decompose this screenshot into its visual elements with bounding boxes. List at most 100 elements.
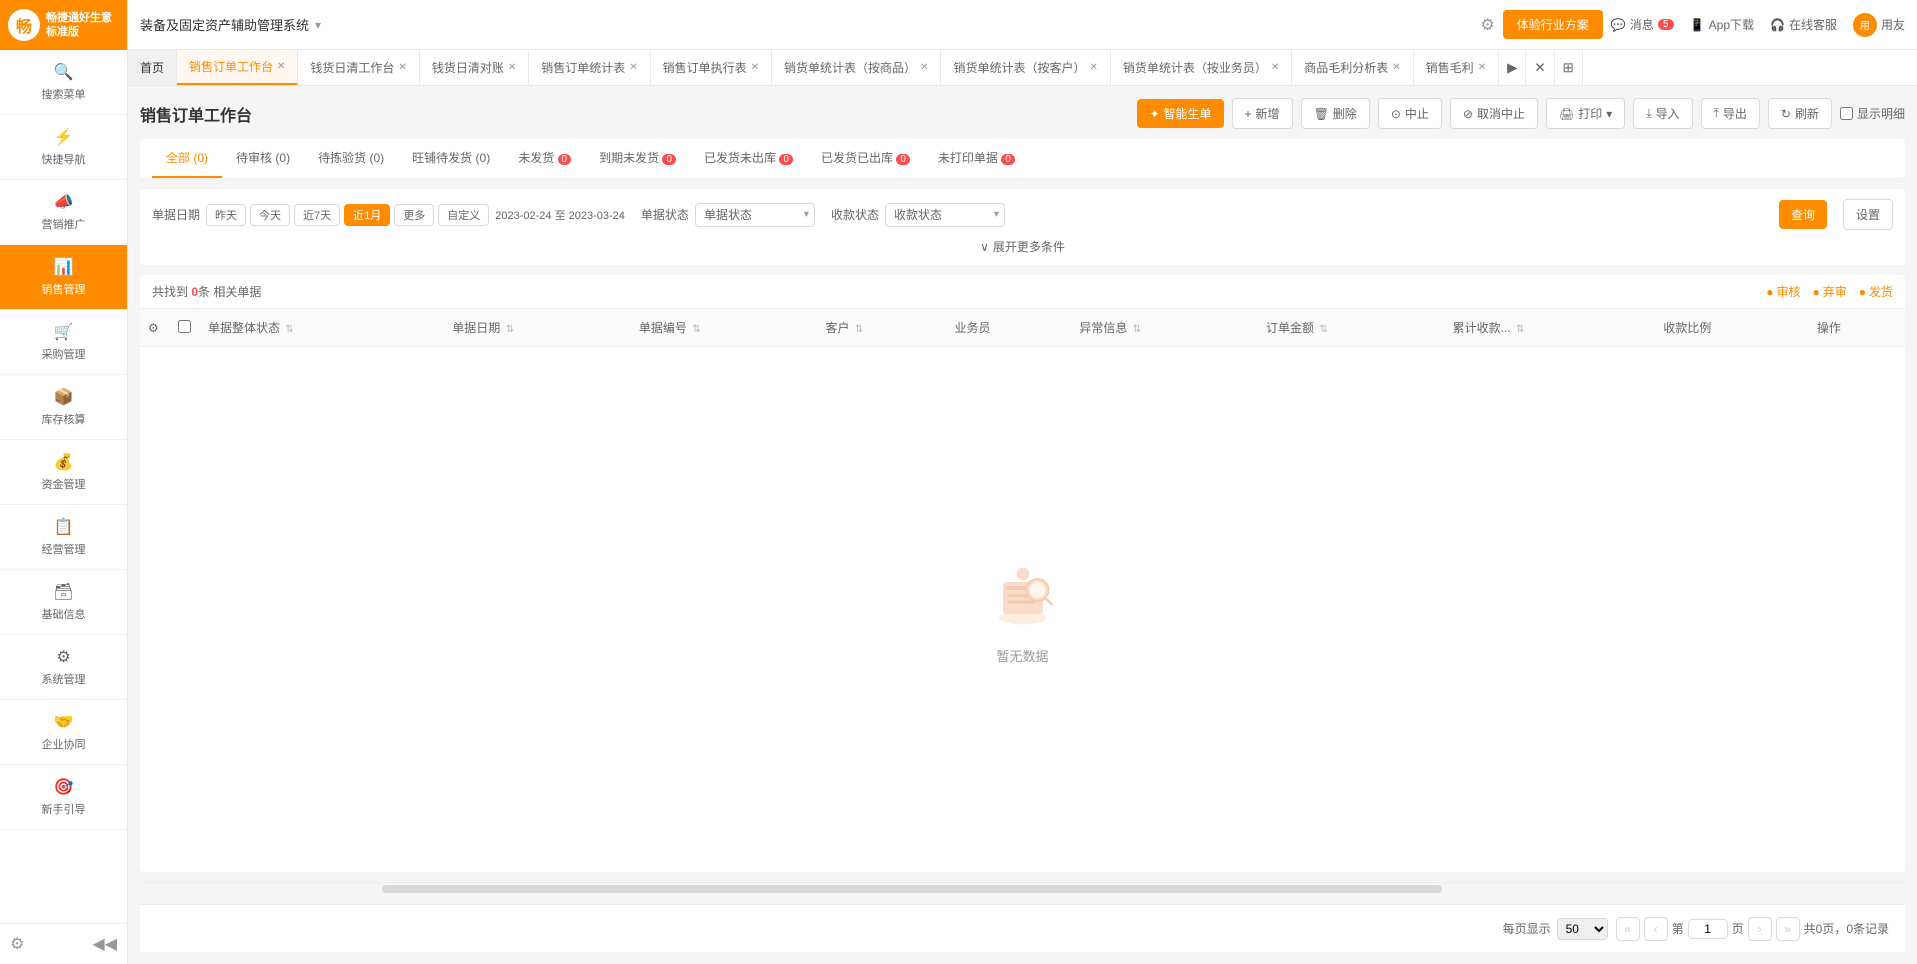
sidebar-item-search[interactable]: 🔍 搜索菜单 bbox=[0, 50, 127, 115]
next-page-button[interactable]: › bbox=[1748, 917, 1772, 941]
sidebar-item-inventory[interactable]: 📦 库存核算 bbox=[0, 375, 127, 440]
tab-sales-stat[interactable]: 销售订单统计表 ✕ bbox=[529, 50, 650, 85]
sidebar-item-purchase[interactable]: 🛒 采购管理 bbox=[0, 310, 127, 375]
import-button[interactable]: ⤓ 导入 bbox=[1633, 98, 1692, 129]
tab-home[interactable]: 首页 bbox=[128, 50, 177, 85]
search-button[interactable]: 查询 bbox=[1779, 200, 1827, 229]
select-all-checkbox[interactable] bbox=[178, 320, 191, 333]
stop-button[interactable]: ⊙ 中止 bbox=[1378, 98, 1442, 129]
tab-close-cash-ledger[interactable]: ✕ bbox=[508, 62, 516, 73]
filter-tab-wangpu[interactable]: 旺铺待发货 (0) bbox=[398, 139, 504, 178]
tab-close-sales-summary-staff[interactable]: ✕ bbox=[1271, 62, 1279, 73]
topbar-gear-icon[interactable]: ⚙ bbox=[1480, 15, 1494, 35]
date-btn-more[interactable]: 更多 bbox=[394, 204, 434, 226]
tab-sales-summary-staff[interactable]: 销货单统计表（按业务员） ✕ bbox=[1111, 50, 1292, 85]
tab-scroll-right-button[interactable]: ▶ bbox=[1499, 50, 1526, 85]
sort-amount-icon[interactable]: ⇅ bbox=[1319, 324, 1327, 335]
sidebar-item-system[interactable]: ⚙ 系统管理 bbox=[0, 635, 127, 700]
industry-solution-button[interactable]: 体验行业方案 bbox=[1503, 10, 1603, 39]
scrollbar-thumb[interactable] bbox=[382, 885, 1442, 893]
tab-close-sales-stat[interactable]: ✕ bbox=[629, 62, 637, 73]
date-btn-yesterday[interactable]: 昨天 bbox=[206, 204, 246, 226]
sort-abnormal-icon[interactable]: ⇅ bbox=[1133, 324, 1141, 335]
topbar-service[interactable]: 🎧 在线客服 bbox=[1770, 16, 1837, 33]
first-page-button[interactable]: « bbox=[1616, 917, 1640, 941]
tab-cash-daily[interactable]: 钱货日清工作台 ✕ bbox=[298, 50, 419, 85]
filter-tab-pending-check[interactable]: 待拣验货 (0) bbox=[304, 139, 398, 178]
sort-status-icon[interactable]: ⇅ bbox=[285, 324, 293, 335]
sidebar-item-basic[interactable]: 🗃 基础信息 bbox=[0, 570, 127, 635]
bulk-review-button[interactable]: ● 审核 bbox=[1766, 283, 1800, 300]
horizontal-scrollbar[interactable] bbox=[140, 882, 1905, 894]
print-button[interactable]: 🖨 打印 ▾ bbox=[1546, 98, 1625, 129]
payment-select[interactable]: 收款状态 bbox=[885, 203, 1005, 227]
sidebar-item-marketing[interactable]: 📣 营销推广 bbox=[0, 180, 127, 245]
show-detail-checkbox-label[interactable]: 显示明细 bbox=[1840, 105, 1905, 122]
collapse-icon[interactable]: ◀◀ bbox=[92, 934, 117, 954]
topbar-user[interactable]: 用 用友 bbox=[1853, 13, 1905, 37]
col-settings[interactable]: ⚙ bbox=[140, 309, 170, 347]
tab-sales-workbench[interactable]: 销售订单工作台 ✕ bbox=[177, 50, 298, 85]
sidebar-item-operations[interactable]: 📋 经营管理 bbox=[0, 505, 127, 570]
ai-generate-button[interactable]: ✦ 智能生单 bbox=[1137, 99, 1223, 128]
date-btn-custom[interactable]: 自定义 bbox=[438, 204, 489, 226]
filter-tab-not-shipped[interactable]: 未发货 0 bbox=[504, 139, 585, 178]
page-number-input[interactable] bbox=[1688, 919, 1728, 939]
sidebar-item-quicknav[interactable]: ⚡ 快捷导航 bbox=[0, 115, 127, 180]
bulk-ship-button[interactable]: ● 发货 bbox=[1859, 283, 1893, 300]
tab-close-all-button[interactable]: ✕ bbox=[1526, 50, 1554, 85]
settings-button[interactable]: 设置 bbox=[1843, 199, 1893, 230]
date-btn-7days[interactable]: 近7天 bbox=[294, 204, 340, 226]
last-page-button[interactable]: » bbox=[1776, 917, 1800, 941]
tab-sales-summary-product[interactable]: 销货单统计表（按商品） ✕ bbox=[772, 50, 941, 85]
tab-sales-summary-customer[interactable]: 销货单统计表（按客户） ✕ bbox=[941, 50, 1110, 85]
date-btn-today[interactable]: 今天 bbox=[250, 204, 290, 226]
tab-sales-gross[interactable]: 销售毛利 ✕ bbox=[1414, 50, 1499, 85]
tab-close-sales-summary-product[interactable]: ✕ bbox=[920, 62, 928, 73]
cancel-stop-button[interactable]: ⊘ 取消中止 bbox=[1450, 98, 1538, 129]
export-icon: ⤒ bbox=[1714, 106, 1719, 121]
tab-product-margin[interactable]: 商品毛利分析表 ✕ bbox=[1292, 50, 1413, 85]
col-checkbox[interactable] bbox=[170, 309, 200, 347]
sidebar-logo: 畅 畅捷通好生意 标准版 bbox=[0, 0, 127, 50]
topbar-app-download[interactable]: 📱 App下载 bbox=[1690, 16, 1754, 33]
delete-button[interactable]: 🗑 删除 bbox=[1301, 98, 1370, 129]
tab-close-sales-exec[interactable]: ✕ bbox=[751, 62, 759, 73]
filter-tab-expired-not-shipped[interactable]: 到期未发货 0 bbox=[585, 139, 690, 178]
sort-date-icon[interactable]: ⇅ bbox=[506, 324, 514, 335]
bulk-unaudit-button[interactable]: ● 弃审 bbox=[1812, 283, 1846, 300]
filter-tab-all[interactable]: 全部 (0) bbox=[152, 139, 222, 178]
table-toolbar: 共找到 0条 相关单据 ● 审核 ● 弃审 ● 发货 bbox=[140, 275, 1905, 309]
sort-collected-icon[interactable]: ⇅ bbox=[1516, 324, 1524, 335]
sidebar-item-enterprise[interactable]: 🤝 企业协同 bbox=[0, 700, 127, 765]
expand-conditions-button[interactable]: ∨ 展开更多条件 bbox=[980, 238, 1065, 255]
tab-cash-ledger[interactable]: 钱货日清对账 ✕ bbox=[420, 50, 529, 85]
filter-tab-shipped-out[interactable]: 已发货已出库 0 bbox=[807, 139, 924, 178]
date-btn-1month[interactable]: 近1月 bbox=[344, 204, 390, 226]
prev-page-button[interactable]: ‹ bbox=[1644, 917, 1668, 941]
filter-tab-not-printed[interactable]: 未打印单据 0 bbox=[924, 139, 1029, 178]
sidebar-item-sales[interactable]: 📊 销售管理 bbox=[0, 245, 127, 310]
topbar-message[interactable]: 💬 消息 5 bbox=[1611, 16, 1674, 33]
settings-icon[interactable]: ⚙ bbox=[10, 934, 24, 954]
show-detail-checkbox[interactable] bbox=[1840, 107, 1853, 120]
tab-close-sales-summary-customer[interactable]: ✕ bbox=[1089, 62, 1097, 73]
tab-expand-button[interactable]: ⊞ bbox=[1555, 50, 1583, 85]
add-button[interactable]: + 新增 bbox=[1232, 98, 1293, 129]
tab-close-sales-workbench[interactable]: ✕ bbox=[277, 61, 285, 72]
export-button[interactable]: ⤒ 导出 bbox=[1701, 98, 1760, 129]
tab-close-cash-daily[interactable]: ✕ bbox=[398, 62, 406, 73]
tab-close-product-margin[interactable]: ✕ bbox=[1392, 62, 1400, 73]
sidebar-item-guide[interactable]: 🎯 新手引导 bbox=[0, 765, 127, 830]
sort-customer-icon[interactable]: ⇅ bbox=[855, 324, 863, 335]
filter-tab-pending-review[interactable]: 待审核 (0) bbox=[222, 139, 304, 178]
tab-sales-exec[interactable]: 销售订单执行表 ✕ bbox=[651, 50, 772, 85]
status-select[interactable]: 单据状态 bbox=[695, 203, 815, 227]
sort-number-icon[interactable]: ⇅ bbox=[692, 324, 700, 335]
per-page-select[interactable]: 50 10 20 100 bbox=[1557, 918, 1608, 940]
tab-close-sales-gross[interactable]: ✕ bbox=[1478, 62, 1486, 73]
filter-tab-shipped-not-out[interactable]: 已发货未出库 0 bbox=[690, 139, 807, 178]
sidebar-item-finance[interactable]: 💰 资金管理 bbox=[0, 440, 127, 505]
refresh-button[interactable]: ↻ 刷新 bbox=[1768, 98, 1832, 129]
tabbar: 首页 销售订单工作台 ✕ 钱货日清工作台 ✕ 钱货日清对账 ✕ 销售订单统计表 … bbox=[128, 50, 1917, 86]
